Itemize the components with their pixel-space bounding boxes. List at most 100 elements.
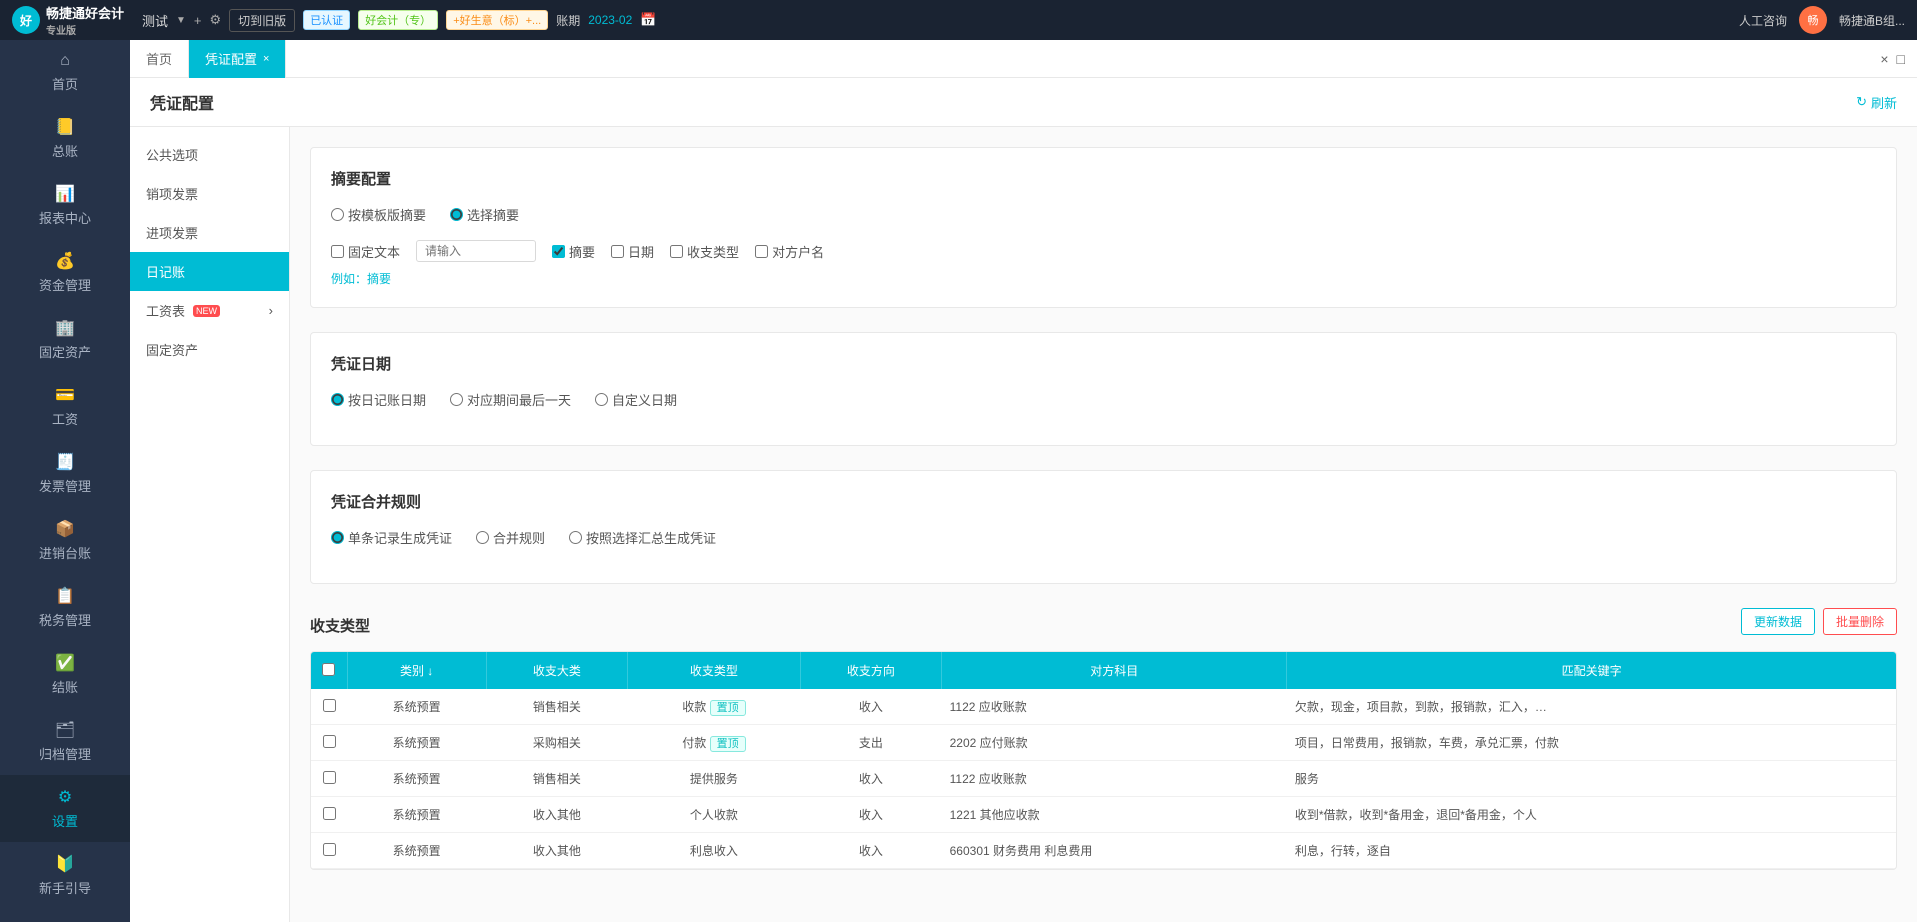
row-checkbox-cell <box>311 797 347 833</box>
th-checkbox <box>311 652 347 689</box>
summary-radio-select-input[interactable] <box>450 208 463 221</box>
sub-nav-wage-table[interactable]: 工资表 NEW › <box>130 291 289 330</box>
wage-table-arrow-icon: › <box>269 303 273 318</box>
sidebar-item-member[interactable]: ★ 畅会员 <box>0 909 130 922</box>
tab-home[interactable]: 首页 <box>130 40 189 78</box>
window-close-button[interactable]: × <box>1880 51 1888 67</box>
row-checkbox[interactable] <box>323 807 336 820</box>
app-edition: 专业版 <box>46 22 124 37</box>
sidebar-item-invoice-mgr[interactable]: 🧾 发票管理 <box>0 440 130 507</box>
income-type-table: 类别 ↓ 收支大类 收支类型 收支方向 对方科目 匹配关键字 <box>311 652 1896 869</box>
merge-radio-merge-input[interactable] <box>476 531 489 544</box>
ledger-icon: 📒 <box>55 117 75 137</box>
date-radio-journal[interactable]: 按日记账日期 <box>331 390 426 409</box>
sub-nav-purchase-invoice[interactable]: 进项发票 <box>130 213 289 252</box>
tab-close-button[interactable]: × <box>263 53 269 65</box>
sidebar-item-home[interactable]: ⌂ 首页 <box>0 40 130 105</box>
purchase-icon: 📦 <box>55 519 75 539</box>
checkbox-income-type-input[interactable] <box>670 245 683 258</box>
sub-nav-journal[interactable]: 日记账 <box>130 252 289 291</box>
merge-radio-merge[interactable]: 合并规则 <box>476 528 545 547</box>
select-all-checkbox[interactable] <box>322 663 335 676</box>
checkbox-fixed-text-label: 固定文本 <box>348 242 400 261</box>
merge-radio-single-input[interactable] <box>331 531 344 544</box>
sidebar-label-guide: 新手引导 <box>39 878 91 897</box>
summary-section: 摘要配置 按模板版摘要 选择摘要 <box>310 147 1897 308</box>
date-radio-custom[interactable]: 自定义日期 <box>595 390 677 409</box>
merge-radio-select-total-input[interactable] <box>569 531 582 544</box>
row-keywords: 利息，行转，逐自 <box>1287 833 1896 869</box>
company-dropdown-arrow[interactable]: ▼ <box>176 15 186 26</box>
sidebar-label-invoice-mgr: 发票管理 <box>39 476 91 495</box>
sidebar-item-ledger[interactable]: 📒 总账 <box>0 105 130 172</box>
date-radio-journal-input[interactable] <box>331 393 344 406</box>
add-icon[interactable]: + <box>194 13 202 28</box>
row-checkbox[interactable] <box>323 771 336 784</box>
tab-voucher-config-label: 凭证配置 <box>205 49 257 68</box>
checkbox-summary-input[interactable] <box>552 245 565 258</box>
row-checkbox[interactable] <box>323 843 336 856</box>
window-maximize-button[interactable]: □ <box>1897 51 1905 67</box>
date-radio-custom-input[interactable] <box>595 393 608 406</box>
merge-radio-single[interactable]: 单条记录生成凭证 <box>331 528 452 547</box>
batch-delete-button[interactable]: 批量删除 <box>1823 608 1897 635</box>
new-badge: NEW <box>193 305 220 317</box>
sidebar-item-tax[interactable]: 📋 税务管理 <box>0 574 130 641</box>
sub-nav-sales-invoice[interactable]: 销项发票 <box>130 174 289 213</box>
checkbox-counterparty[interactable]: 对方户名 <box>755 242 824 261</box>
sidebar-item-salary[interactable]: 💳 工资 <box>0 373 130 440</box>
page-title: 凭证配置 <box>150 90 214 114</box>
checkbox-summary[interactable]: 摘要 <box>552 242 595 261</box>
switch-version-button[interactable]: 切到旧版 <box>229 9 295 32</box>
fixed-text-input[interactable] <box>416 240 536 262</box>
checkbox-counterparty-input[interactable] <box>755 245 768 258</box>
checkbox-fixed-text-input[interactable] <box>331 245 344 258</box>
refresh-button[interactable]: ↻ 刷新 <box>1856 93 1897 112</box>
row-major: 采购相关 <box>486 725 627 761</box>
sidebar-item-report[interactable]: 📊 报表中心 <box>0 172 130 239</box>
date-radio-period-last[interactable]: 对应期间最后一天 <box>450 390 571 409</box>
settings-icon[interactable]: ⚙ <box>210 12 222 28</box>
sidebar-label-salary: 工资 <box>52 409 78 428</box>
invoice-mgr-icon: 🧾 <box>55 452 75 472</box>
sidebar-item-guide[interactable]: 🔰 新手引导 <box>0 842 130 909</box>
table-row: 系统预置 销售相关 提供服务 收入 1122 应收账款 服务 <box>311 761 1896 797</box>
row-keywords: 欠款，现金，项目款，到款，报销款，汇入，… <box>1287 689 1896 725</box>
sidebar-label-asset: 固定资产 <box>39 342 91 361</box>
top-bar-right: 人工咨询 畅 畅捷通B组... <box>1739 6 1905 34</box>
tab-voucher-config[interactable]: 凭证配置 × <box>189 40 286 78</box>
row-type: 付款 置顶 <box>628 725 801 761</box>
sidebar-item-settings[interactable]: ⚙ 设置 <box>0 775 130 842</box>
row-checkbox[interactable] <box>323 735 336 748</box>
calendar-icon[interactable]: 📅 <box>640 12 656 28</box>
sidebar-item-asset[interactable]: 🏢 固定资产 <box>0 306 130 373</box>
table-actions: 更新数据 批量删除 <box>1741 608 1897 635</box>
sidebar-item-purchase[interactable]: 📦 进销台账 <box>0 507 130 574</box>
date-radio-period-last-input[interactable] <box>450 393 463 406</box>
row-checkbox-cell <box>311 833 347 869</box>
support-link[interactable]: 人工咨询 <box>1739 12 1787 29</box>
sub-nav-public[interactable]: 公共选项 <box>130 135 289 174</box>
sidebar: ⌂ 首页 📒 总账 📊 报表中心 💰 资金管理 🏢 固定资产 💳 工资 🧾 发票… <box>0 40 130 922</box>
sidebar-item-fund[interactable]: 💰 资金管理 <box>0 239 130 306</box>
sidebar-item-settlement[interactable]: ✅ 结账 <box>0 641 130 708</box>
summary-radio-template[interactable]: 按模板版摘要 <box>331 205 426 224</box>
summary-radio-template-input[interactable] <box>331 208 344 221</box>
row-checkbox[interactable] <box>323 699 336 712</box>
date-radio-custom-label: 自定义日期 <box>612 390 677 409</box>
summary-radio-select[interactable]: 选择摘要 <box>450 205 519 224</box>
checkbox-fixed-text[interactable]: 固定文本 <box>331 242 400 261</box>
sub-nav-fixed-asset[interactable]: 固定资产 <box>130 330 289 369</box>
update-data-button[interactable]: 更新数据 <box>1741 608 1815 635</box>
checkbox-income-type[interactable]: 收支类型 <box>670 242 739 261</box>
sidebar-item-archive[interactable]: 🗂 归档管理 <box>0 708 130 775</box>
top-tag: 置顶 <box>710 700 746 716</box>
row-checkbox-cell <box>311 761 347 797</box>
row-major: 收入其他 <box>486 797 627 833</box>
row-subject: 1221 其他应收款 <box>942 797 1287 833</box>
row-major: 销售相关 <box>486 689 627 725</box>
checkbox-date[interactable]: 日期 <box>611 242 654 261</box>
merge-radio-select-total[interactable]: 按照选择汇总生成凭证 <box>569 528 716 547</box>
checkbox-date-input[interactable] <box>611 245 624 258</box>
sub-nav-label-public: 公共选项 <box>146 145 198 164</box>
